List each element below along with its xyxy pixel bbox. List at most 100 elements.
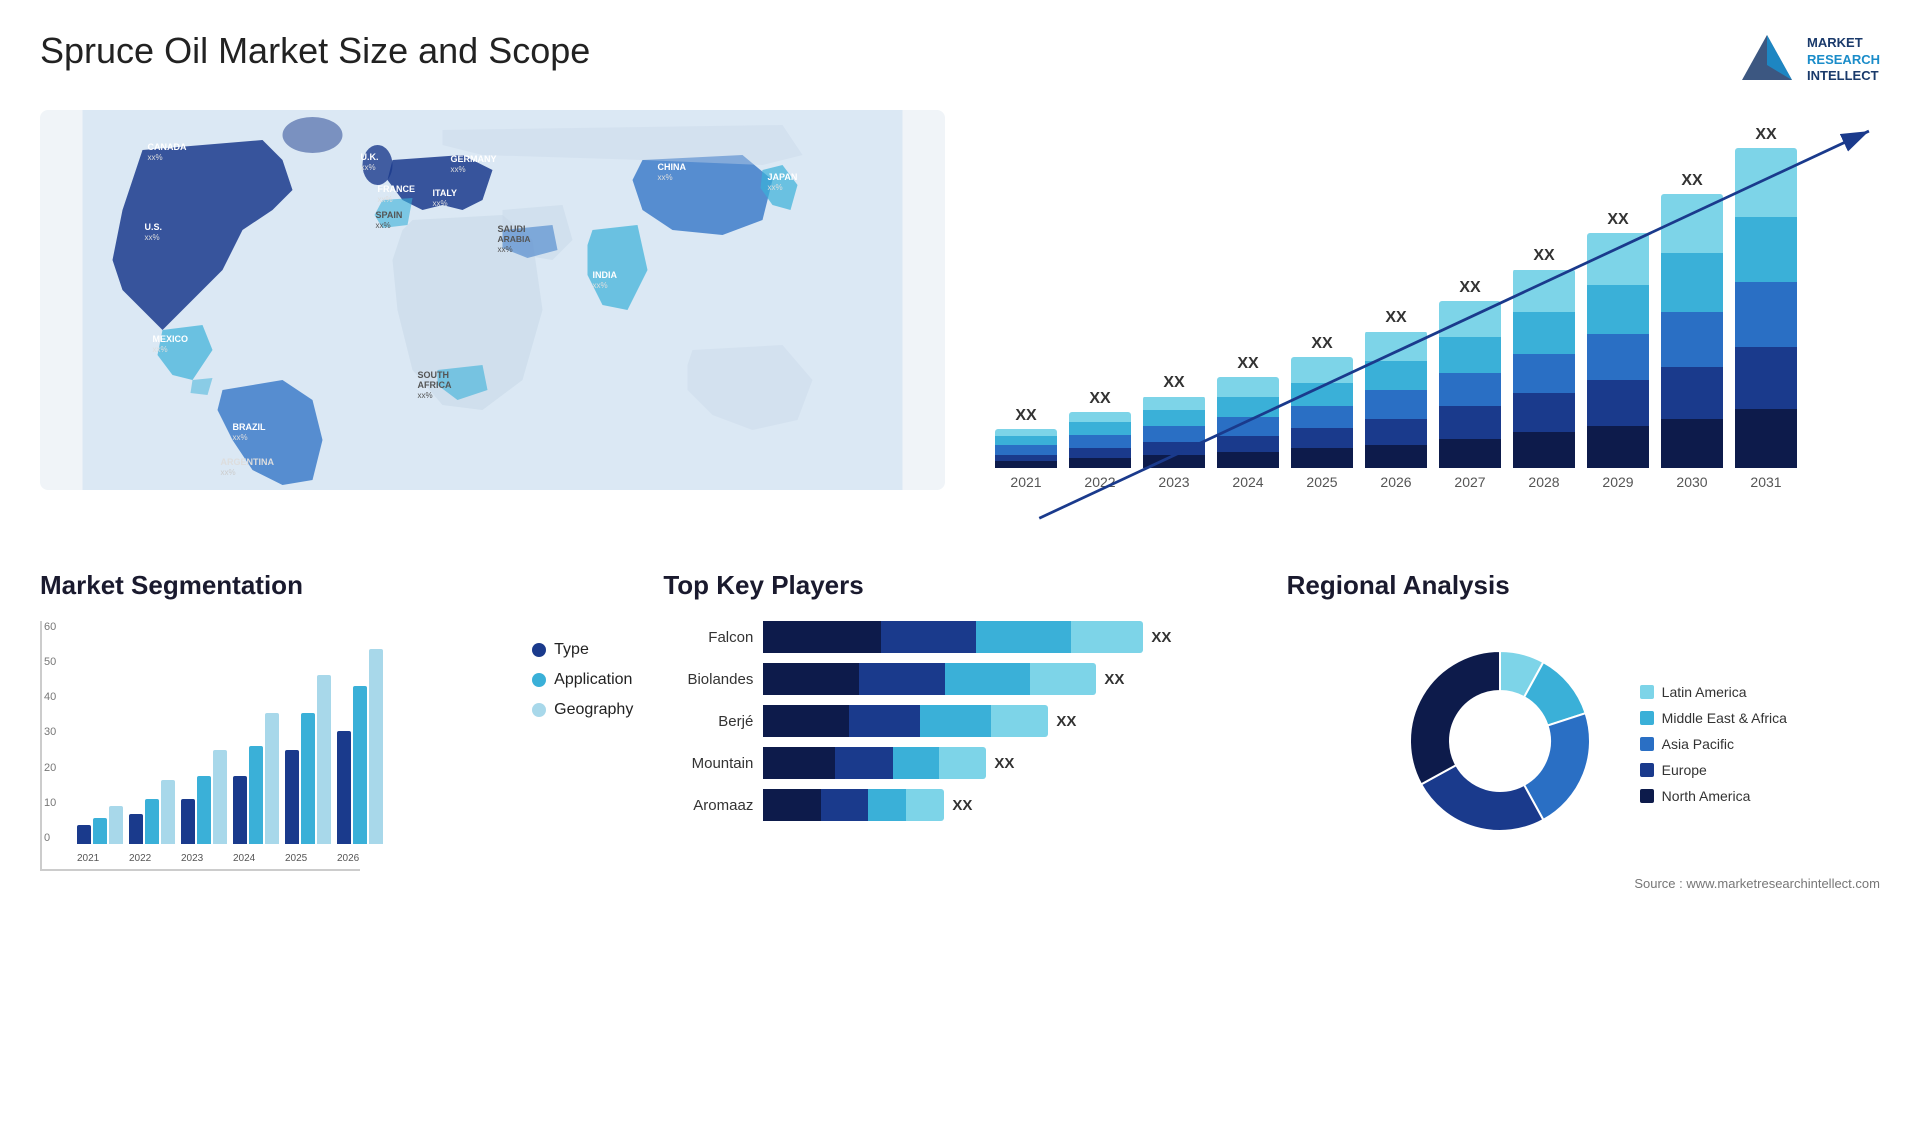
donut-legend-item: Asia Pacific — [1640, 736, 1787, 752]
donut-legend-label: Latin America — [1662, 684, 1747, 700]
player-bar-segment — [881, 621, 976, 653]
seg-group: 2026 — [337, 649, 383, 844]
bar-segment — [1291, 383, 1353, 406]
seg-bar — [129, 814, 143, 844]
legend-label: Geography — [554, 701, 633, 719]
svg-text:SAUDI: SAUDI — [498, 224, 526, 234]
svg-text:GERMANY: GERMANY — [451, 154, 497, 164]
donut-legend-label: North America — [1662, 788, 1751, 804]
bar-value-label: XX — [1459, 279, 1480, 297]
y-axis-label: 30 — [44, 726, 56, 738]
bar-chart-container: XX2021XX2022XX2023XX2024XX2025XX2026XX20… — [975, 110, 1880, 530]
header: Spruce Oil Market Size and Scope MARKET … — [40, 30, 1880, 90]
seg-group: 2025 — [285, 675, 331, 844]
player-bar-segment — [976, 621, 1071, 653]
legend-label: Application — [554, 671, 632, 689]
bar-segment — [1439, 439, 1501, 468]
bar-segment — [1513, 270, 1575, 312]
player-bar-segment — [763, 705, 849, 737]
legend-label: Type — [554, 641, 589, 659]
donut-legend-label: Europe — [1662, 762, 1707, 778]
bottom-grid: Market Segmentation 01020304050602021202… — [40, 570, 1880, 891]
player-name: Falcon — [663, 629, 753, 646]
bar-year-label: 2021 — [1010, 474, 1041, 490]
bar-value-label: XX — [1533, 247, 1554, 265]
donut-legend-color — [1640, 789, 1654, 803]
svg-text:U.S.: U.S. — [145, 222, 163, 232]
player-name: Berjé — [663, 713, 753, 730]
seg-bar — [337, 731, 351, 844]
regional-section: Regional Analysis Latin America Middle Ea… — [1287, 570, 1880, 891]
donut-legend-color — [1640, 763, 1654, 777]
legend-color — [532, 703, 546, 717]
donut-legend-item: Middle East & Africa — [1640, 710, 1787, 726]
map-section: CANADA xx% U.S. xx% MEXICO xx% BRAZIL xx… — [40, 110, 945, 530]
player-bar-segment — [939, 747, 986, 779]
bar-segment — [1661, 253, 1723, 312]
player-bar-segment — [835, 747, 893, 779]
svg-text:xx%: xx% — [658, 173, 673, 182]
bar-segment — [1217, 397, 1279, 417]
logo-text: MARKET RESEARCH INTELLECT — [1807, 35, 1880, 86]
x-axis-label: 2021 — [77, 853, 99, 864]
player-name: Mountain — [663, 755, 753, 772]
bar-segment — [1143, 397, 1205, 410]
svg-text:CHINA: CHINA — [658, 162, 687, 172]
bar-segment — [1661, 312, 1723, 367]
bar-group: XX2025 — [1291, 335, 1353, 490]
bar-segment — [995, 445, 1057, 455]
bar-group: XX2024 — [1217, 355, 1279, 490]
bar-segment — [995, 429, 1057, 436]
bar-value-label: XX — [1681, 172, 1702, 190]
player-row: Mountain XX — [663, 747, 1256, 779]
stacked-bar — [1069, 412, 1131, 468]
svg-text:xx%: xx% — [593, 281, 608, 290]
svg-text:ITALY: ITALY — [433, 188, 458, 198]
world-map: CANADA xx% U.S. xx% MEXICO xx% BRAZIL xx… — [40, 110, 945, 490]
seg-bar — [301, 713, 315, 844]
bar-value-label: XX — [1385, 309, 1406, 327]
seg-bar — [181, 799, 195, 844]
player-value: XX — [1104, 671, 1124, 688]
bar-segment — [1217, 452, 1279, 468]
stacked-bar — [1217, 377, 1279, 468]
bar-year-label: 2031 — [1750, 474, 1781, 490]
bar-segment — [1217, 377, 1279, 397]
donut-legend-label: Middle East & Africa — [1662, 710, 1787, 726]
legend-color — [532, 643, 546, 657]
player-name: Biolandes — [663, 671, 753, 688]
bar-segment — [1513, 312, 1575, 354]
bar-segment — [1069, 448, 1131, 458]
svg-text:AFRICA: AFRICA — [418, 380, 452, 390]
stacked-bar — [1439, 301, 1501, 468]
bar-value-label: XX — [1237, 355, 1258, 373]
donut-legend-color — [1640, 685, 1654, 699]
bar-segment — [1143, 426, 1205, 442]
donut-wrapper: Latin America Middle East & Africa Asia Pa… — [1287, 621, 1880, 866]
svg-text:FRANCE: FRANCE — [378, 184, 416, 194]
stacked-bar — [1365, 331, 1427, 468]
bar-segment — [1661, 194, 1723, 253]
bar-segment — [1069, 435, 1131, 448]
bar-segment — [1291, 406, 1353, 429]
seg-bar — [145, 799, 159, 844]
player-bar — [763, 789, 944, 821]
player-bar-segment — [1071, 621, 1143, 653]
player-bar — [763, 663, 1096, 695]
y-axis-label: 50 — [44, 656, 56, 668]
stacked-bar — [1143, 396, 1205, 468]
regional-title: Regional Analysis — [1287, 570, 1880, 601]
bar-value-label: XX — [1089, 390, 1110, 408]
bar-segment — [1291, 428, 1353, 448]
player-bar — [763, 621, 1143, 653]
bar-segment — [1365, 445, 1427, 468]
bar-segment — [1735, 217, 1797, 282]
svg-text:xx%: xx% — [433, 199, 448, 208]
svg-text:INDIA: INDIA — [593, 270, 618, 280]
x-axis-label: 2024 — [233, 853, 255, 864]
bar-segment — [1587, 380, 1649, 426]
bar-group: XX2022 — [1069, 390, 1131, 490]
player-bar-wrap: XX — [763, 747, 1256, 779]
bar-segment — [1069, 422, 1131, 435]
player-bar-segment — [868, 789, 906, 821]
